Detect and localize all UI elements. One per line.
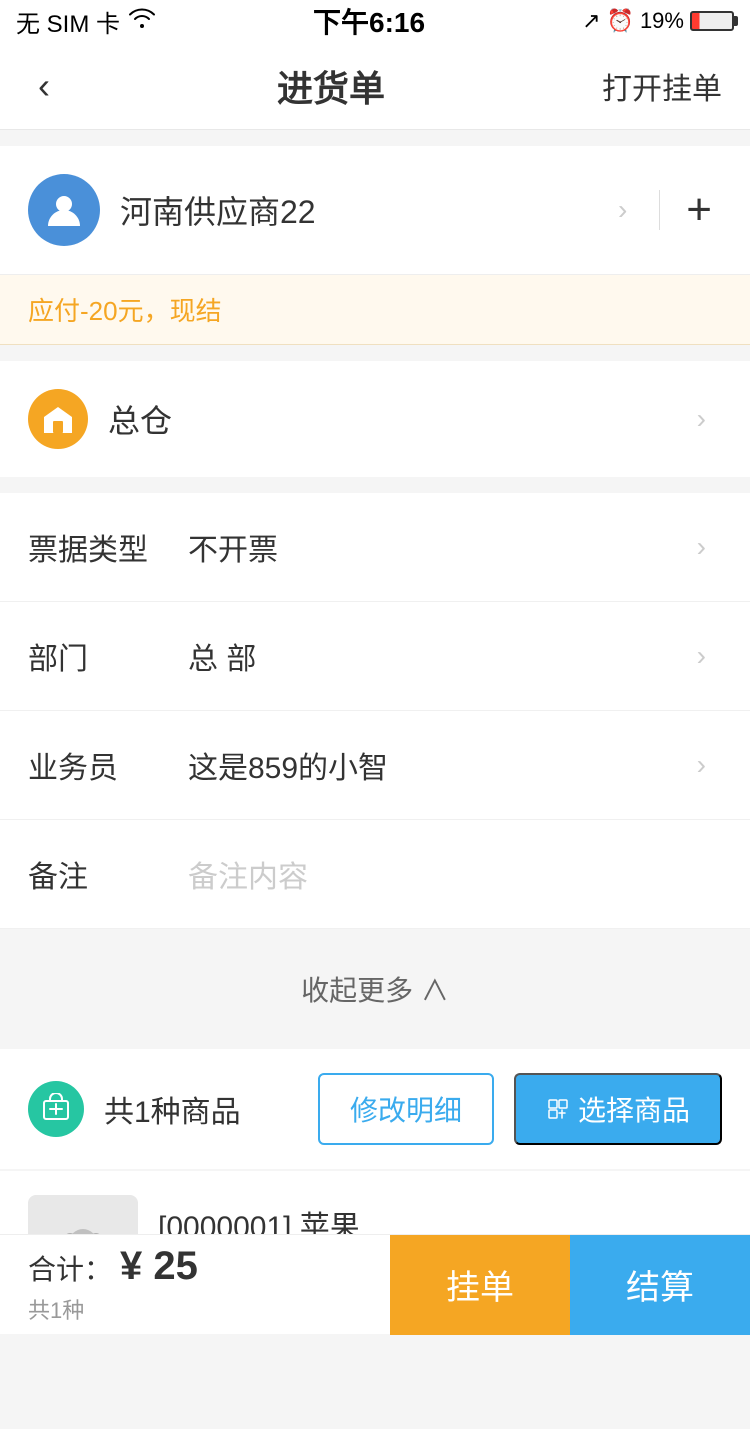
supplier-divider bbox=[659, 190, 660, 230]
status-bar: 无 SIM 卡 下午6:16 ↗ ⏰ 19% bbox=[0, 0, 750, 42]
select-product-label: 选择商品 bbox=[578, 1089, 690, 1129]
status-time: 下午6:16 bbox=[313, 1, 425, 41]
warehouse-row[interactable]: 总仓 › bbox=[0, 361, 750, 477]
supplier-row[interactable]: 河南供应商22 › + bbox=[0, 146, 750, 275]
alarm-icon: ⏰ bbox=[607, 8, 634, 34]
warehouse-section: 总仓 › bbox=[0, 361, 750, 477]
form-section: 票据类型 不开票 › 部门 总 部 › 业务员 这是859的小智 › 备注 备注… bbox=[0, 493, 750, 929]
salesman-label: 业务员 bbox=[28, 743, 168, 787]
ticket-type-label: 票据类型 bbox=[28, 525, 168, 569]
supplier-name: 河南供应商22 bbox=[120, 187, 618, 233]
ticket-type-chevron-icon: › bbox=[697, 531, 706, 563]
ticket-type-row[interactable]: 票据类型 不开票 › bbox=[0, 493, 750, 602]
select-product-button[interactable]: 选择商品 bbox=[514, 1073, 722, 1145]
warehouse-chevron-icon: › bbox=[697, 403, 706, 435]
carrier-label: 无 SIM 卡 bbox=[16, 4, 120, 39]
bottom-bar: 合计： ¥ 25 共1种 挂单 结算 bbox=[0, 1234, 750, 1334]
supplier-section: 河南供应商22 › + 应付-20元，现结 bbox=[0, 146, 750, 345]
warehouse-icon bbox=[28, 389, 88, 449]
edit-detail-button[interactable]: 修改明细 bbox=[318, 1073, 494, 1145]
page-title: 进货单 bbox=[277, 60, 385, 112]
department-chevron-icon: › bbox=[697, 640, 706, 672]
battery-icon bbox=[690, 11, 734, 31]
department-value: 总 部 bbox=[168, 634, 697, 678]
remark-row[interactable]: 备注 备注内容 bbox=[0, 820, 750, 929]
salesman-chevron-icon: › bbox=[697, 749, 706, 781]
salesman-value: 这是859的小智 bbox=[168, 743, 697, 787]
status-left: 无 SIM 卡 bbox=[16, 4, 156, 39]
supplier-notice: 应付-20元，现结 bbox=[0, 275, 750, 345]
products-icon bbox=[28, 1081, 84, 1137]
add-supplier-button[interactable]: + bbox=[676, 185, 722, 235]
total-label: 合计： bbox=[28, 1248, 112, 1288]
supplier-avatar bbox=[28, 174, 100, 246]
salesman-row[interactable]: 业务员 这是859的小智 › bbox=[0, 711, 750, 820]
open-hang-button[interactable]: 打开挂单 bbox=[602, 64, 722, 108]
bottom-total: 合计： ¥ 25 共1种 bbox=[0, 1244, 390, 1325]
products-header: 共1种商品 修改明细 选择商品 bbox=[0, 1049, 750, 1169]
total-sub: 共1种 bbox=[28, 1293, 362, 1325]
supplier-chevron-icon: › bbox=[618, 194, 627, 226]
location-icon: ↗ bbox=[582, 8, 600, 34]
department-label: 部门 bbox=[28, 634, 168, 678]
back-button[interactable]: ‹ bbox=[28, 55, 60, 117]
total-amount: ¥ 25 bbox=[120, 1244, 198, 1289]
department-row[interactable]: 部门 总 部 › bbox=[0, 602, 750, 711]
collapse-button[interactable]: 收起更多 ∧ bbox=[0, 945, 750, 1033]
remark-input[interactable]: 备注内容 bbox=[168, 852, 722, 896]
ticket-type-value: 不开票 bbox=[168, 525, 697, 569]
nav-bar: ‹ 进货单 打开挂单 bbox=[0, 42, 750, 130]
products-count: 共1种商品 bbox=[104, 1087, 298, 1131]
wifi-icon bbox=[128, 7, 156, 35]
remark-label: 备注 bbox=[28, 852, 168, 896]
warehouse-name: 总仓 bbox=[108, 396, 697, 442]
battery-percent: 19% bbox=[640, 8, 684, 34]
status-right: ↗ ⏰ 19% bbox=[582, 8, 734, 34]
hang-button[interactable]: 挂单 bbox=[390, 1235, 570, 1335]
checkout-button[interactable]: 结算 bbox=[570, 1235, 750, 1335]
